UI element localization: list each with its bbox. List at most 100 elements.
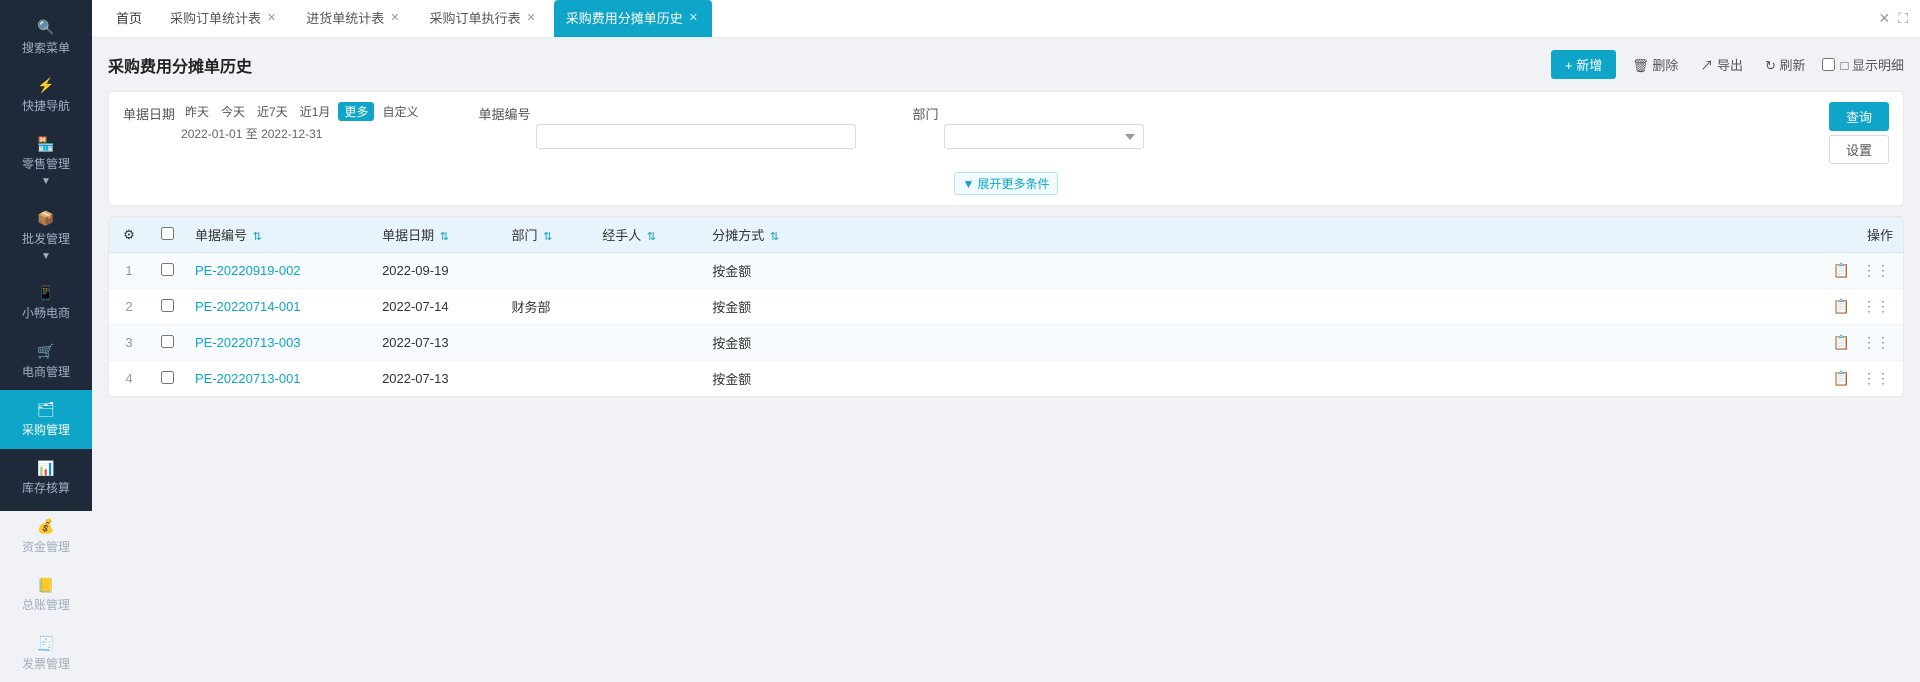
sort-icon-dept: ⇅ (543, 231, 552, 243)
doc-num-link[interactable]: PE-20220713-001 (195, 371, 301, 386)
mini-icon: 📱 (37, 284, 54, 304)
more-icon[interactable]: ⋮⋮ (1859, 332, 1893, 353)
row-checkbox[interactable] (161, 263, 174, 276)
yesterday-btn[interactable]: 昨天 (181, 102, 213, 121)
date-range-display: 2022-01-01 至 2022-12-31 (181, 125, 422, 142)
doc-num-link[interactable]: PE-20220714-001 (195, 299, 301, 314)
tab-close-purchase-order-stats[interactable]: ✕ (265, 11, 278, 24)
tab-bar: 首页 采购订单统计表 ✕ 进货单统计表 ✕ 采购订单执行表 ✕ 采购费用分摊单历… (92, 0, 1920, 38)
sidebar-item-purchase[interactable]: 🗂 采购管理 (0, 390, 92, 448)
data-table: ⚙ 单据编号 ⇅ 单据日期 ⇅ 部门 (109, 217, 1903, 396)
tab-purchase-cost-history[interactable]: 采购费用分摊单历史 ✕ (554, 0, 712, 37)
page-header: 采购费用分摊单历史 + 新增 🗑 删除 ↗ 导出 ↻ 刷新 □ 显示明细 (108, 50, 1904, 79)
more-icon[interactable]: ⋮⋮ (1859, 296, 1893, 317)
tab-close-purchase-cost-history[interactable]: ✕ (687, 11, 700, 24)
row-doc-date-cell: 2022-07-13 (372, 325, 501, 361)
row-checkbox[interactable] (161, 335, 174, 348)
search-icon: 🔍 (37, 18, 54, 38)
table-row: 1 PE-20220919-002 2022-09-19 按金额 📋 ⋮⋮ (109, 253, 1903, 289)
th-split-method[interactable]: 分摊方式 ⇅ (702, 217, 1778, 253)
edit-icon[interactable]: 📋 (1830, 332, 1853, 353)
expand-more-btn[interactable]: ▼ 展开更多条件 (954, 172, 1059, 195)
show-cols-checkbox[interactable] (1822, 58, 1835, 71)
add-button[interactable]: + 新增 (1551, 50, 1616, 79)
custom-btn[interactable]: 自定义 (378, 102, 422, 121)
doc-num-filter-group: 单据编号 (478, 102, 856, 149)
sidebar-item-finance[interactable]: 💰 资金管理 (0, 507, 92, 565)
last1month-btn[interactable]: 近1月 (296, 102, 335, 121)
sort-icon-split: ⇅ (770, 231, 779, 243)
row-checkbox-cell (149, 253, 185, 289)
dept-select[interactable] (944, 124, 1144, 149)
row-handler-cell (592, 253, 702, 289)
th-checkbox (149, 217, 185, 253)
row-split-method-cell: 按金额 (702, 361, 1778, 397)
th-doc-date[interactable]: 单据日期 ⇅ (372, 217, 501, 253)
expand-more-row: ▼ 展开更多条件 (123, 172, 1889, 195)
sidebar-item-mini[interactable]: 📱 小畅电商 (0, 274, 92, 332)
sidebar-item-invoice[interactable]: 🧾 发票管理 (0, 624, 92, 682)
settings-button[interactable]: 设置 (1829, 135, 1889, 164)
edit-icon[interactable]: 📋 (1830, 296, 1853, 317)
row-checkbox[interactable] (161, 299, 174, 312)
row-split-method-cell: 按金额 (702, 253, 1778, 289)
dept-label: 部门 (912, 102, 938, 123)
more-btn[interactable]: 更多 (338, 102, 374, 121)
th-doc-num[interactable]: 单据编号 ⇅ (185, 217, 372, 253)
tab-home[interactable]: 首页 (104, 0, 154, 37)
delete-button[interactable]: 🗑 删除 (1626, 51, 1684, 78)
close-all-icon[interactable]: ✕ (1878, 10, 1890, 27)
sidebar-item-search[interactable]: 🔍 搜索菜单 (0, 8, 92, 66)
doc-num-link[interactable]: PE-20220919-002 (195, 263, 301, 278)
edit-icon[interactable]: 📋 (1830, 260, 1853, 281)
date-filter-group: 单据日期 昨天 今天 近7天 近1月 更多 自定义 2022-01-01 至 2… (123, 102, 422, 142)
row-doc-date-cell: 2022-07-14 (372, 289, 501, 325)
tab-purchase-order-exec[interactable]: 采购订单执行表 ✕ (417, 0, 549, 37)
dept-filter-content (944, 102, 1144, 149)
sidebar-item-ecommerce[interactable]: 🛒 电商管理 (0, 332, 92, 390)
query-button[interactable]: 查询 (1829, 102, 1889, 131)
row-doc-num-cell: PE-20220713-001 (185, 361, 372, 397)
sidebar-item-retail[interactable]: 🏪 零售管理 ▼ (0, 125, 92, 199)
tab-purchase-order-stats[interactable]: 采购订单统计表 ✕ (158, 0, 290, 37)
sidebar-item-inventory[interactable]: 📊 库存核算 (0, 449, 92, 507)
ledger-icon: 📒 (37, 576, 54, 596)
today-btn[interactable]: 今天 (217, 102, 249, 121)
tab-close-inbound-stats[interactable]: ✕ (388, 11, 401, 24)
last7days-btn[interactable]: 近7天 (253, 102, 292, 121)
filter-panel: 单据日期 昨天 今天 近7天 近1月 更多 自定义 2022-01-01 至 2… (108, 91, 1904, 206)
finance-icon: 💰 (37, 517, 54, 537)
doc-num-link[interactable]: PE-20220713-003 (195, 335, 301, 350)
row-num-cell: 4 (109, 361, 149, 397)
date-shortcuts: 昨天 今天 近7天 近1月 更多 自定义 (181, 102, 422, 121)
export-button[interactable]: ↗ 导出 (1694, 51, 1749, 78)
fullscreen-icon[interactable]: ⛶ (1898, 10, 1908, 27)
table-row: 4 PE-20220713-001 2022-07-13 按金额 📋 ⋮⋮ (109, 361, 1903, 397)
th-gear[interactable]: ⚙ (109, 217, 149, 253)
table-header-row: ⚙ 单据编号 ⇅ 单据日期 ⇅ 部门 (109, 217, 1903, 253)
tab-close-purchase-order-exec[interactable]: ✕ (525, 11, 538, 24)
row-dept-cell (502, 361, 593, 397)
row-split-method-cell: 按金额 (702, 289, 1778, 325)
select-all-checkbox[interactable] (161, 227, 174, 240)
more-icon[interactable]: ⋮⋮ (1859, 260, 1893, 281)
row-actions-cell: 📋 ⋮⋮ (1779, 253, 1903, 289)
th-dept[interactable]: 部门 ⇅ (502, 217, 593, 253)
row-handler-cell (592, 289, 702, 325)
sidebar: 🔍 搜索菜单 ⚡ 快捷导航 🏪 零售管理 ▼ 📦 批发管理 ▼ 📱 小畅电商 🛒… (0, 0, 92, 511)
th-handler[interactable]: 经手人 ⇅ (592, 217, 702, 253)
row-doc-num-cell: PE-20220713-003 (185, 325, 372, 361)
sidebar-item-quick[interactable]: ⚡ 快捷导航 (0, 66, 92, 124)
sidebar-item-ledger[interactable]: 📒 总账管理 (0, 566, 92, 624)
row-checkbox[interactable] (161, 371, 174, 384)
doc-num-input[interactable] (536, 124, 856, 149)
show-cols-toggle[interactable]: □ 显示明细 (1822, 55, 1904, 74)
refresh-button[interactable]: ↻ 刷新 (1759, 51, 1812, 78)
inventory-icon: 📊 (37, 459, 54, 479)
tab-inbound-stats[interactable]: 进货单统计表 ✕ (294, 0, 413, 37)
sidebar-item-wholesale[interactable]: 📦 批发管理 ▼ (0, 199, 92, 273)
row-actions-cell: 📋 ⋮⋮ (1779, 361, 1903, 397)
edit-icon[interactable]: 📋 (1830, 368, 1853, 389)
row-doc-date-cell: 2022-09-19 (372, 253, 501, 289)
more-icon[interactable]: ⋮⋮ (1859, 368, 1893, 389)
